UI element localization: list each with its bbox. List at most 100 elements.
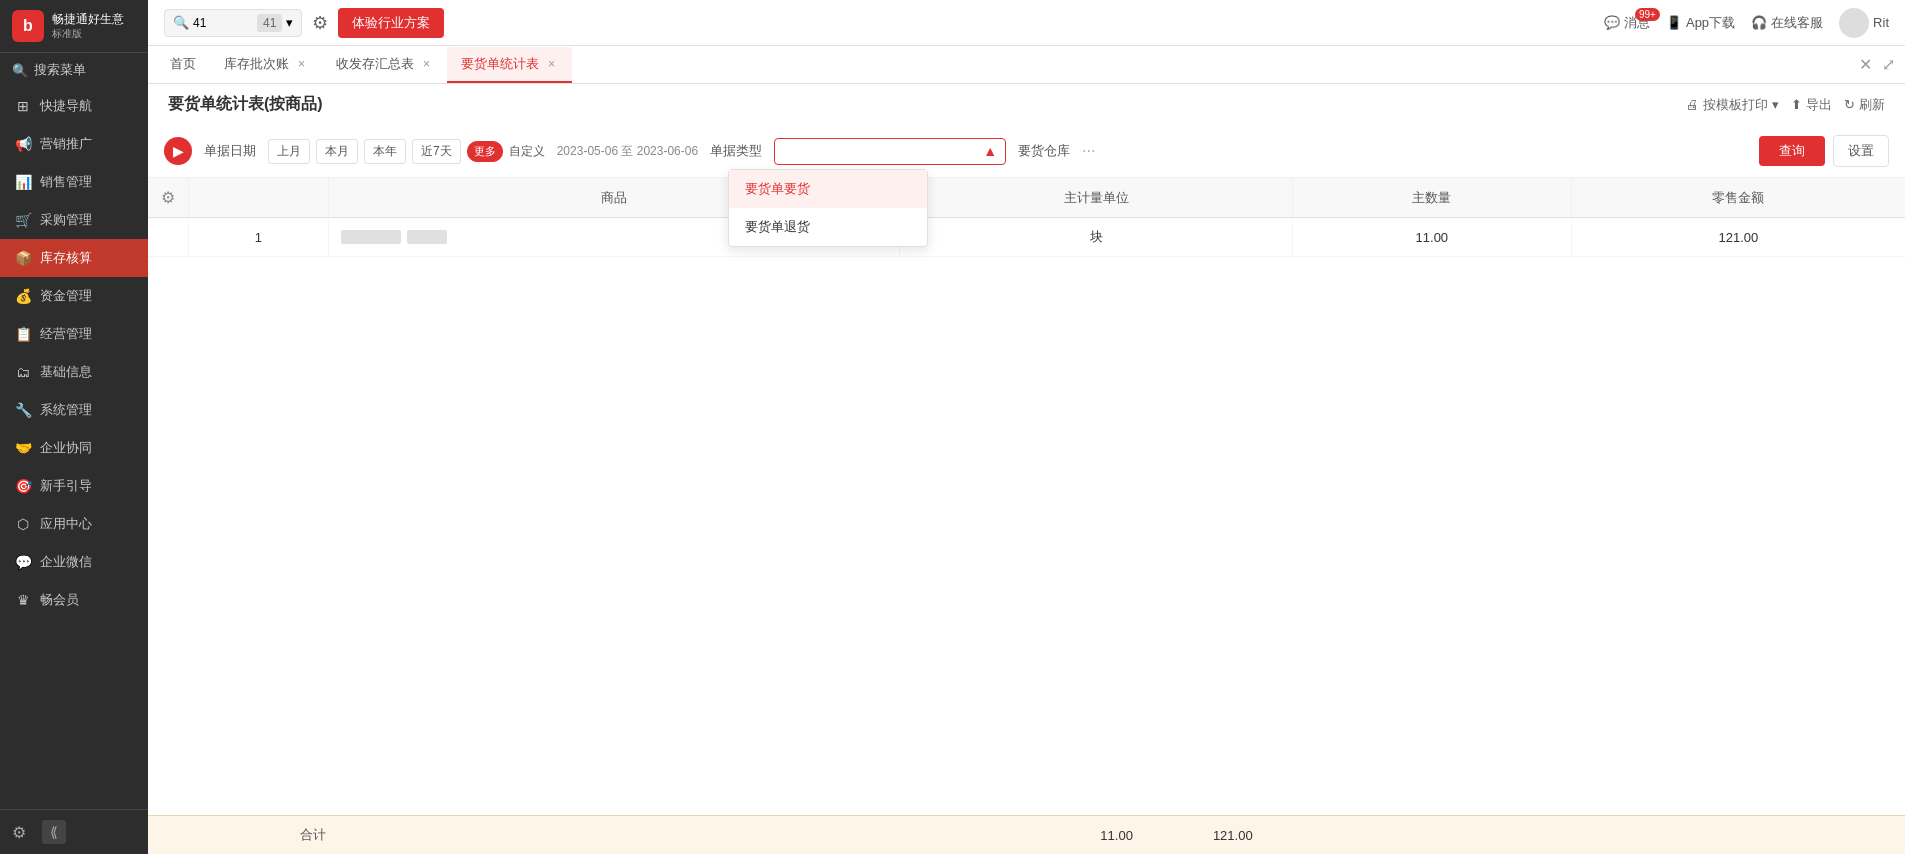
- tab-receivable-summary-close[interactable]: ×: [420, 56, 433, 72]
- sales-icon: 📊: [14, 173, 32, 191]
- filter-expand-button[interactable]: ▶: [164, 137, 192, 165]
- sidebar-item-system[interactable]: 🔧 系统管理: [0, 391, 148, 429]
- sidebar-item-enterprise[interactable]: 🤝 企业协同: [0, 429, 148, 467]
- data-table: ⚙ 商品 主计量单位 主数量 零售金额 1: [148, 178, 1905, 257]
- trial-industry-button[interactable]: 体验行业方案: [338, 8, 444, 38]
- dropdown-item-purchase-return[interactable]: 要货单退货: [729, 208, 927, 246]
- print-button[interactable]: 🖨 按模板打印 ▾: [1686, 96, 1779, 114]
- refresh-icon: ↻: [1844, 97, 1855, 112]
- online-service-button[interactable]: 🎧 在线客服: [1751, 14, 1823, 32]
- footer-quantity: 11.00: [1100, 828, 1133, 843]
- row-seq: 1: [188, 218, 329, 257]
- sidebar-item-purchase[interactable]: 🛒 采购管理: [0, 201, 148, 239]
- dropdown-item-purchase-order[interactable]: 要货单要货: [729, 170, 927, 208]
- settings-icon[interactable]: ⚙: [12, 823, 26, 842]
- sidebar-item-label: 采购管理: [40, 211, 92, 229]
- purchase-icon: 🛒: [14, 211, 32, 229]
- tab-order-stats[interactable]: 要货单统计表 ×: [447, 47, 572, 83]
- tab-order-stats-close[interactable]: ×: [545, 56, 558, 72]
- tab-inventory-batch-label: 库存批次账: [224, 55, 289, 73]
- user-avatar[interactable]: Rit: [1839, 8, 1889, 38]
- app-sub: 标准版: [52, 27, 124, 41]
- sidebar-item-wechat[interactable]: 💬 企业微信: [0, 543, 148, 581]
- date-last-month[interactable]: 上月: [268, 139, 310, 164]
- sidebar-item-operations[interactable]: 📋 经营管理: [0, 315, 148, 353]
- refresh-label: 刷新: [1859, 96, 1885, 114]
- sidebar-item-sales[interactable]: 📊 销售管理: [0, 163, 148, 201]
- sidebar-item-label: 畅会员: [40, 591, 79, 609]
- search-icon: 🔍: [12, 63, 28, 78]
- sidebar-bottom: ⚙ ⟪: [0, 809, 148, 854]
- table-footer: 合计 11.00 121.00: [148, 815, 1905, 854]
- query-button[interactable]: 查询: [1759, 136, 1825, 166]
- date-this-month[interactable]: 本月: [316, 139, 358, 164]
- app-download-button[interactable]: 📱 App下载: [1666, 14, 1735, 32]
- type-dropdown: 要货单要货 要货单退货: [728, 169, 928, 247]
- type-label: 单据类型: [710, 142, 762, 160]
- sidebar-item-quick-nav[interactable]: ⊞ 快捷导航: [0, 87, 148, 125]
- date-custom[interactable]: 自定义: [509, 143, 545, 160]
- date-last-7-days[interactable]: 近7天: [412, 139, 461, 164]
- topbar-settings-icon[interactable]: ⚙: [312, 12, 328, 34]
- topbar-search[interactable]: 🔍 41 ▾: [164, 9, 302, 37]
- tab-close-all-icon[interactable]: ✕: [1857, 53, 1874, 76]
- type-input-wrap: ▲: [774, 138, 1006, 165]
- sidebar-collapse-button[interactable]: ⟪: [42, 820, 66, 844]
- tab-inventory-batch[interactable]: 库存批次账 ×: [210, 47, 322, 83]
- type-chevron-icon[interactable]: ▲: [975, 143, 1005, 159]
- sidebar-item-marketing[interactable]: 📢 营销推广: [0, 125, 148, 163]
- system-icon: 🔧: [14, 401, 32, 419]
- footer-label: 合计: [260, 826, 460, 844]
- sidebar-item-basic[interactable]: 🗂 基础信息: [0, 353, 148, 391]
- messages-button[interactable]: 💬 消息 99+: [1604, 14, 1650, 32]
- sidebar-item-label: 资金管理: [40, 287, 92, 305]
- tab-inventory-batch-close[interactable]: ×: [295, 56, 308, 72]
- filter-actions: 查询 设置: [1759, 135, 1889, 167]
- date-range: 2023-05-06 至 2023-06-06: [557, 143, 698, 160]
- sidebar-item-finance[interactable]: 💰 资金管理: [0, 277, 148, 315]
- sidebar-item-label: 经营管理: [40, 325, 92, 343]
- collapse-icon: ⟪: [50, 824, 58, 840]
- column-settings-icon[interactable]: ⚙: [161, 189, 175, 206]
- sidebar-search[interactable]: 🔍 搜索菜单: [0, 53, 148, 87]
- page-header: 要货单统计表(按商品) 🖨 按模板打印 ▾ ⬆ 导出 ↻ 刷新: [148, 84, 1905, 125]
- tab-receivable-summary[interactable]: 收发存汇总表 ×: [322, 47, 447, 83]
- row-amount: 121.00: [1571, 218, 1905, 257]
- date-this-year[interactable]: 本年: [364, 139, 406, 164]
- topbar-search-input[interactable]: [193, 16, 253, 30]
- refresh-button[interactable]: ↻ 刷新: [1844, 96, 1885, 114]
- sidebar-item-label: 新手引导: [40, 477, 92, 495]
- page-title: 要货单统计表(按商品): [168, 94, 323, 115]
- type-input[interactable]: [775, 139, 975, 164]
- th-unit: 主计量单位: [900, 178, 1292, 218]
- print-label: 按模板打印: [1703, 96, 1768, 114]
- warehouse-dots[interactable]: ···: [1082, 142, 1095, 160]
- print-icon: 🖨: [1686, 97, 1699, 112]
- sidebar-item-appstore[interactable]: ⬡ 应用中心: [0, 505, 148, 543]
- th-settings: ⚙: [148, 178, 188, 218]
- tab-home[interactable]: 首页: [156, 47, 210, 83]
- user-name: Rit: [1873, 15, 1889, 30]
- filter-settings-button[interactable]: 设置: [1833, 135, 1889, 167]
- date-more-tag[interactable]: 更多: [467, 141, 503, 162]
- appstore-icon: ⬡: [14, 515, 32, 533]
- sidebar-item-inventory[interactable]: 📦 库存核算: [0, 239, 148, 277]
- sidebar-item-label: 企业微信: [40, 553, 92, 571]
- tab-expand-icon[interactable]: ⤢: [1880, 53, 1897, 76]
- table-row: 1 块 11.00 121.00: [148, 218, 1905, 257]
- search-icon: 🔍: [173, 15, 189, 30]
- avatar: [1839, 8, 1869, 38]
- tabbar: 首页 库存批次账 × 收发存汇总表 × 要货单统计表 × ✕ ⤢: [148, 46, 1905, 84]
- topbar-left: 🔍 41 ▾ ⚙ 体验行业方案: [164, 8, 1604, 38]
- tabbar-actions: ✕ ⤢: [1857, 53, 1897, 76]
- search-count-badge: 41: [257, 14, 282, 32]
- export-label: 导出: [1806, 96, 1832, 114]
- sidebar-item-guide[interactable]: 🎯 新手引导: [0, 467, 148, 505]
- export-button[interactable]: ⬆ 导出: [1791, 96, 1832, 114]
- sidebar-item-vip[interactable]: ♛ 畅会员: [0, 581, 148, 619]
- th-seq: [188, 178, 329, 218]
- app-logo-icon: b: [12, 10, 44, 42]
- topbar-right: 💬 消息 99+ 📱 App下载 🎧 在线客服 Rit: [1604, 8, 1889, 38]
- product-code-placeholder: [407, 230, 447, 244]
- basic-icon: 🗂: [14, 363, 32, 381]
